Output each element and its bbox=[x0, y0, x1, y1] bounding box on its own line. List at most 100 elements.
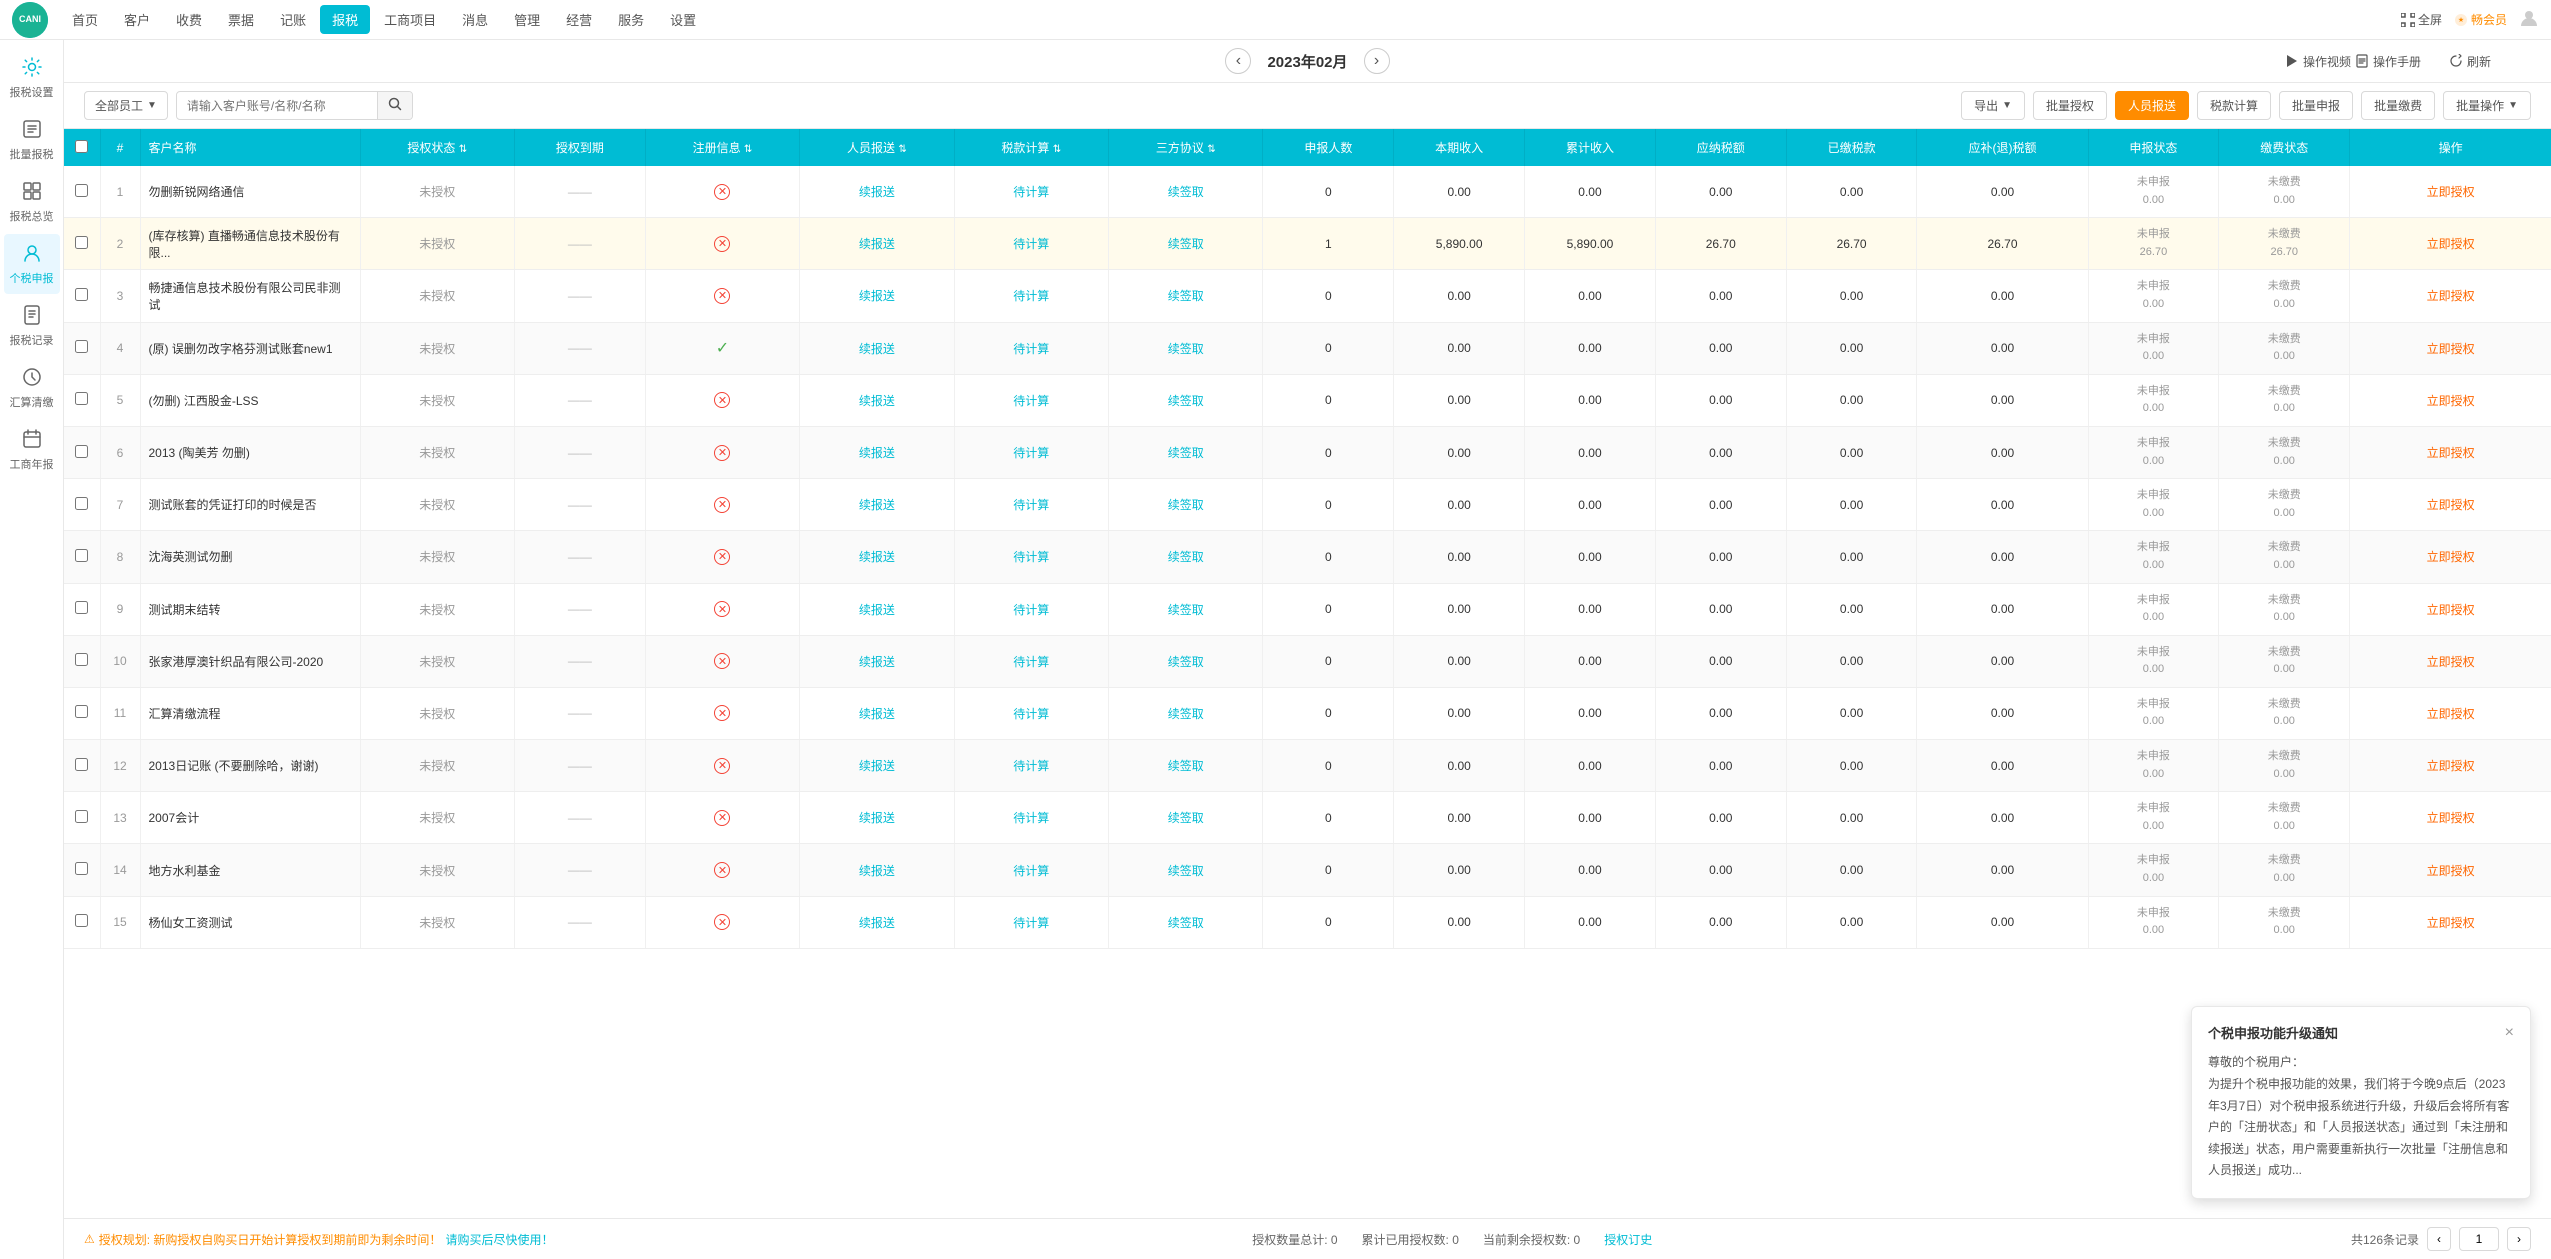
cell-checkbox[interactable] bbox=[64, 218, 100, 270]
cell-person-report[interactable]: 续报送 bbox=[800, 374, 954, 426]
cell-action[interactable]: 立即授权 bbox=[2350, 270, 2551, 322]
col-header-tax-calc[interactable]: 税款计算 ⇅ bbox=[954, 129, 1108, 166]
cell-action[interactable]: 立即授权 bbox=[2350, 583, 2551, 635]
cell-tax-calc[interactable]: 待计算 bbox=[954, 583, 1108, 635]
cell-third-party[interactable]: 续签取 bbox=[1109, 635, 1263, 687]
nav-item-settings[interactable]: 设置 bbox=[658, 5, 708, 34]
cell-person-report[interactable]: 续报送 bbox=[800, 218, 954, 270]
cell-person-report[interactable]: 续报送 bbox=[800, 896, 954, 948]
cell-checkbox[interactable] bbox=[64, 166, 100, 218]
sidebar-item-settlement[interactable]: 汇算清缴 bbox=[4, 358, 60, 418]
cell-action[interactable]: 立即授权 bbox=[2350, 166, 2551, 218]
video-btn[interactable]: 操作视频 bbox=[2285, 53, 2351, 70]
next-month-btn[interactable]: › bbox=[1364, 48, 1390, 74]
nav-item-tax[interactable]: 报税 bbox=[320, 5, 370, 34]
manual-btn[interactable]: 操作手册 bbox=[2355, 53, 2421, 70]
cell-action[interactable]: 立即授权 bbox=[2350, 374, 2551, 426]
cell-tax-calc[interactable]: 待计算 bbox=[954, 374, 1108, 426]
next-page-btn[interactable]: › bbox=[2507, 1227, 2531, 1251]
search-button[interactable] bbox=[377, 92, 412, 119]
sidebar-item-batch-tax[interactable]: 批量报税 bbox=[4, 110, 60, 170]
cell-person-report[interactable]: 续报送 bbox=[800, 166, 954, 218]
col-header-auth-status[interactable]: 授权状态 ⇅ bbox=[360, 129, 514, 166]
cell-tax-calc[interactable]: 待计算 bbox=[954, 635, 1108, 687]
cell-action[interactable]: 立即授权 bbox=[2350, 687, 2551, 739]
cell-third-party[interactable]: 续签取 bbox=[1109, 792, 1263, 844]
cell-third-party[interactable]: 续签取 bbox=[1109, 583, 1263, 635]
sidebar-item-overview[interactable]: 报税总览 bbox=[4, 172, 60, 232]
cell-tax-calc[interactable]: 待计算 bbox=[954, 844, 1108, 896]
cell-checkbox[interactable] bbox=[64, 270, 100, 322]
cell-action[interactable]: 立即授权 bbox=[2350, 896, 2551, 948]
cell-person-report[interactable]: 续报送 bbox=[800, 426, 954, 478]
cell-tax-calc[interactable]: 待计算 bbox=[954, 270, 1108, 322]
sidebar-item-record[interactable]: 报税记录 bbox=[4, 296, 60, 356]
cell-third-party[interactable]: 续签取 bbox=[1109, 270, 1263, 322]
nav-user[interactable] bbox=[2519, 8, 2539, 31]
cell-third-party[interactable]: 续签取 bbox=[1109, 896, 1263, 948]
personal-report-btn[interactable]: 人员报送 bbox=[2115, 91, 2189, 120]
cell-person-report[interactable]: 续报送 bbox=[800, 844, 954, 896]
cell-checkbox[interactable] bbox=[64, 740, 100, 792]
cell-third-party[interactable]: 续签取 bbox=[1109, 166, 1263, 218]
cell-third-party[interactable]: 续签取 bbox=[1109, 531, 1263, 583]
nav-item-customer[interactable]: 客户 bbox=[112, 5, 162, 34]
employee-filter-select[interactable]: 全部员工 ▼ bbox=[84, 91, 168, 120]
cell-third-party[interactable]: 续签取 bbox=[1109, 218, 1263, 270]
cell-checkbox[interactable] bbox=[64, 374, 100, 426]
nav-item-service[interactable]: 服务 bbox=[606, 5, 656, 34]
cell-person-report[interactable]: 续报送 bbox=[800, 479, 954, 531]
warn-link[interactable]: 请购买后尽快使用！ bbox=[445, 1231, 553, 1248]
batch-report-btn[interactable]: 批量申报 bbox=[2279, 91, 2353, 120]
cell-checkbox[interactable] bbox=[64, 583, 100, 635]
cell-person-report[interactable]: 续报送 bbox=[800, 740, 954, 792]
cell-person-report[interactable]: 续报送 bbox=[800, 687, 954, 739]
prev-page-btn[interactable]: ‹ bbox=[2427, 1227, 2451, 1251]
cell-action[interactable]: 立即授权 bbox=[2350, 218, 2551, 270]
cell-tax-calc[interactable]: 待计算 bbox=[954, 896, 1108, 948]
cell-third-party[interactable]: 续签取 bbox=[1109, 479, 1263, 531]
page-input[interactable] bbox=[2459, 1227, 2499, 1251]
nav-item-accounting[interactable]: 记账 bbox=[268, 5, 318, 34]
cell-tax-calc[interactable]: 待计算 bbox=[954, 479, 1108, 531]
cell-action[interactable]: 立即授权 bbox=[2350, 635, 2551, 687]
cell-tax-calc[interactable]: 待计算 bbox=[954, 322, 1108, 374]
cell-third-party[interactable]: 续签取 bbox=[1109, 844, 1263, 896]
sidebar-item-tax-settings[interactable]: 报税设置 bbox=[4, 48, 60, 108]
cell-action[interactable]: 立即授权 bbox=[2350, 531, 2551, 583]
cell-checkbox[interactable] bbox=[64, 896, 100, 948]
cell-tax-calc[interactable]: 待计算 bbox=[954, 792, 1108, 844]
cell-action[interactable]: 立即授权 bbox=[2350, 844, 2551, 896]
cell-checkbox[interactable] bbox=[64, 531, 100, 583]
nav-fullscreen[interactable]: 全屏 bbox=[2401, 11, 2442, 28]
popup-close-btn[interactable]: × bbox=[2505, 1024, 2514, 1042]
cell-person-report[interactable]: 续报送 bbox=[800, 635, 954, 687]
cell-person-report[interactable]: 续报送 bbox=[800, 270, 954, 322]
nav-item-home[interactable]: 首页 bbox=[60, 5, 110, 34]
refresh-btn[interactable]: 刷新 bbox=[2449, 53, 2491, 70]
nav-vip[interactable]: ★ 畅会员 bbox=[2454, 11, 2507, 28]
cell-checkbox[interactable] bbox=[64, 792, 100, 844]
cell-tax-calc[interactable]: 待计算 bbox=[954, 531, 1108, 583]
cell-checkbox[interactable] bbox=[64, 322, 100, 374]
cell-action[interactable]: 立即授权 bbox=[2350, 479, 2551, 531]
cell-checkbox[interactable] bbox=[64, 687, 100, 739]
col-header-person-report[interactable]: 人员报送 ⇅ bbox=[800, 129, 954, 166]
cell-checkbox[interactable] bbox=[64, 426, 100, 478]
cell-tax-calc[interactable]: 待计算 bbox=[954, 218, 1108, 270]
cell-person-report[interactable]: 续报送 bbox=[800, 792, 954, 844]
cell-person-report[interactable]: 续报送 bbox=[800, 322, 954, 374]
nav-item-ops[interactable]: 经营 bbox=[554, 5, 604, 34]
cell-third-party[interactable]: 续签取 bbox=[1109, 740, 1263, 792]
cell-action[interactable]: 立即授权 bbox=[2350, 426, 2551, 478]
col-header-name[interactable]: 客户名称 bbox=[140, 129, 360, 166]
batch-fee-btn[interactable]: 批量缴费 bbox=[2361, 91, 2435, 120]
cell-checkbox[interactable] bbox=[64, 479, 100, 531]
batch-ops-btn[interactable]: 批量操作 ▼ bbox=[2443, 91, 2531, 120]
cell-checkbox[interactable] bbox=[64, 844, 100, 896]
nav-item-business[interactable]: 工商项目 bbox=[372, 5, 448, 34]
cell-action[interactable]: 立即授权 bbox=[2350, 792, 2551, 844]
cell-tax-calc[interactable]: 待计算 bbox=[954, 426, 1108, 478]
sidebar-item-annual-report[interactable]: 工商年报 bbox=[4, 420, 60, 480]
select-all-checkbox[interactable] bbox=[75, 140, 88, 153]
